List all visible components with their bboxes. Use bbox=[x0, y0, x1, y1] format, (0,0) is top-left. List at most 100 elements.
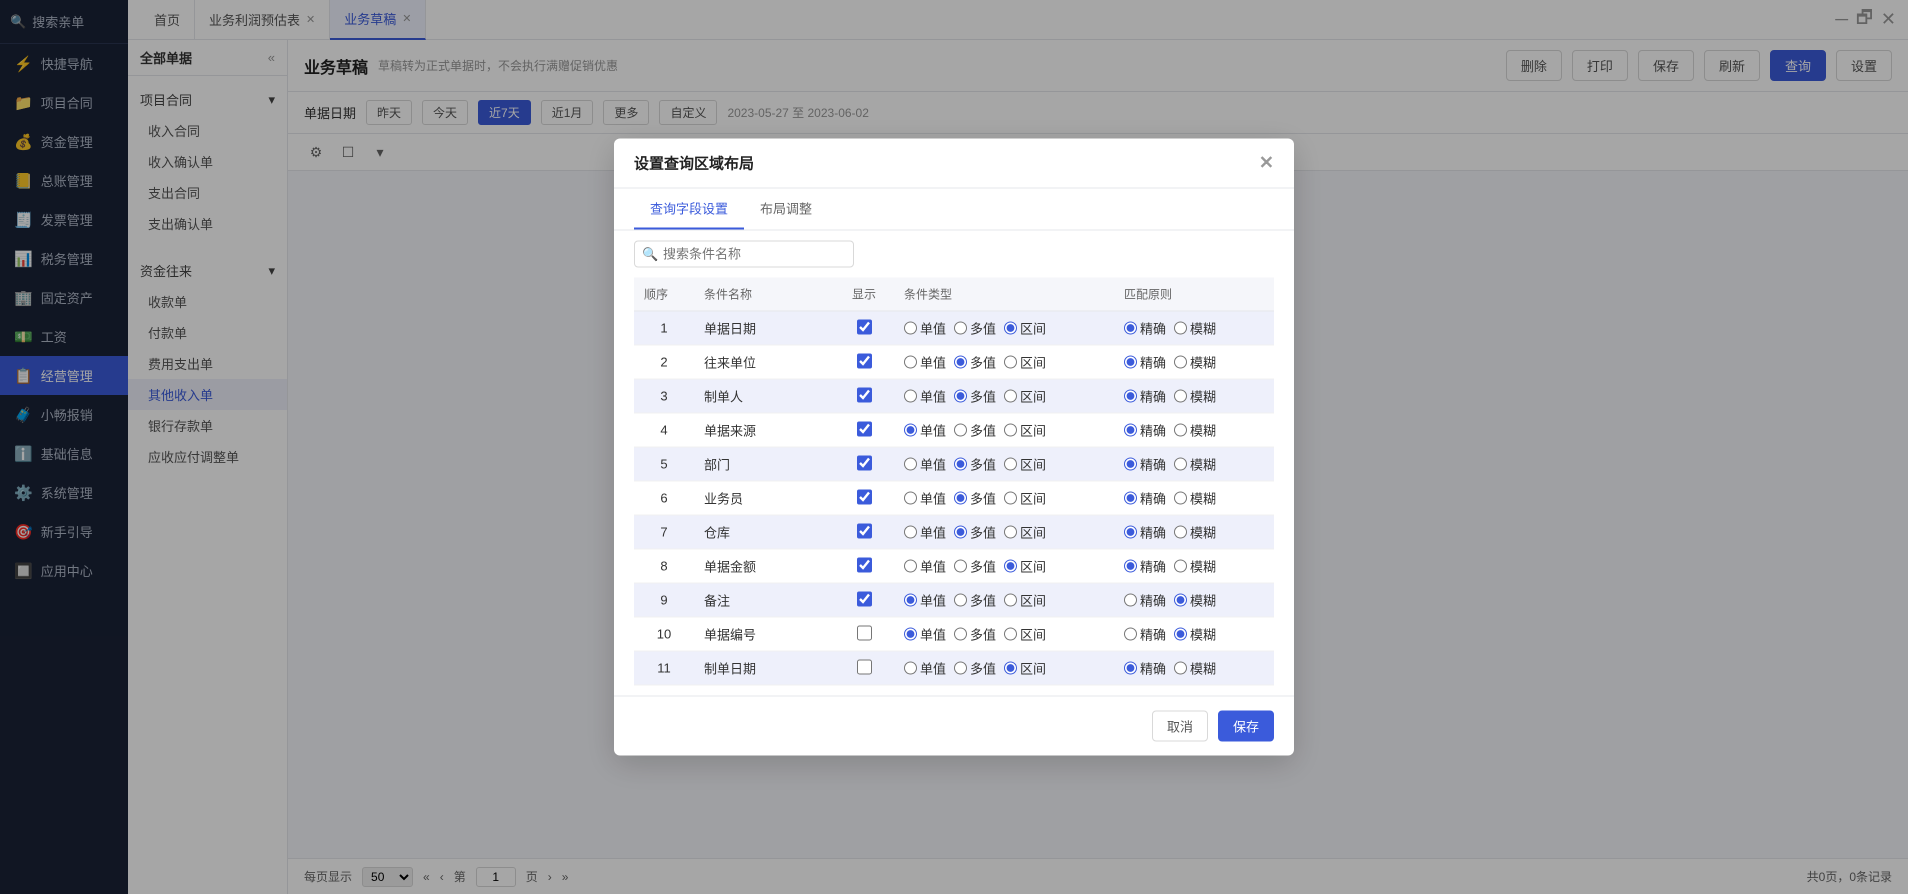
match-label-fuzzy[interactable]: 模糊 bbox=[1174, 353, 1216, 372]
type-label-single[interactable]: 单值 bbox=[904, 455, 946, 474]
match-radio-fuzzy[interactable] bbox=[1174, 458, 1187, 471]
type-label-multi[interactable]: 多值 bbox=[954, 557, 996, 576]
type-radio-range[interactable] bbox=[1004, 492, 1017, 505]
type-radio-range[interactable] bbox=[1004, 594, 1017, 607]
type-label-single[interactable]: 单值 bbox=[904, 523, 946, 542]
type-radio-range[interactable] bbox=[1004, 458, 1017, 471]
match-radio-fuzzy[interactable] bbox=[1174, 594, 1187, 607]
dialog-tab-fields[interactable]: 查询字段设置 bbox=[634, 189, 744, 230]
dialog-close-button[interactable]: ✕ bbox=[1259, 153, 1274, 174]
match-label-fuzzy[interactable]: 模糊 bbox=[1174, 591, 1216, 610]
type-label-single[interactable]: 单值 bbox=[904, 387, 946, 406]
match-label-exact[interactable]: 精确 bbox=[1124, 591, 1166, 610]
show-checkbox[interactable] bbox=[857, 353, 872, 368]
cell-show[interactable] bbox=[834, 651, 894, 685]
match-radio-fuzzy[interactable] bbox=[1174, 662, 1187, 675]
match-label-exact[interactable]: 精确 bbox=[1124, 319, 1166, 338]
match-radio-fuzzy[interactable] bbox=[1174, 628, 1187, 641]
type-label-multi[interactable]: 多值 bbox=[954, 455, 996, 474]
type-radio-range[interactable] bbox=[1004, 628, 1017, 641]
type-radio-single[interactable] bbox=[904, 424, 917, 437]
match-label-fuzzy[interactable]: 模糊 bbox=[1174, 557, 1216, 576]
type-label-range[interactable]: 区间 bbox=[1004, 659, 1046, 678]
match-label-exact[interactable]: 精确 bbox=[1124, 455, 1166, 474]
type-radio-range[interactable] bbox=[1004, 390, 1017, 403]
type-label-single[interactable]: 单值 bbox=[904, 353, 946, 372]
type-label-range[interactable]: 区间 bbox=[1004, 353, 1046, 372]
match-radio-fuzzy[interactable] bbox=[1174, 560, 1187, 573]
match-radio-exact[interactable] bbox=[1124, 424, 1137, 437]
type-radio-range[interactable] bbox=[1004, 662, 1017, 675]
type-label-range[interactable]: 区间 bbox=[1004, 455, 1046, 474]
type-radio-multi[interactable] bbox=[954, 424, 967, 437]
type-label-range[interactable]: 区间 bbox=[1004, 523, 1046, 542]
match-radio-fuzzy[interactable] bbox=[1174, 424, 1187, 437]
match-radio-fuzzy[interactable] bbox=[1174, 390, 1187, 403]
match-label-fuzzy[interactable]: 模糊 bbox=[1174, 421, 1216, 440]
type-label-single[interactable]: 单值 bbox=[904, 421, 946, 440]
dialog-tab-layout[interactable]: 布局调整 bbox=[744, 189, 828, 230]
type-radio-multi[interactable] bbox=[954, 390, 967, 403]
show-checkbox[interactable] bbox=[857, 319, 872, 334]
match-radio-exact[interactable] bbox=[1124, 594, 1137, 607]
type-label-multi[interactable]: 多值 bbox=[954, 319, 996, 338]
match-radio-exact[interactable] bbox=[1124, 662, 1137, 675]
match-label-fuzzy[interactable]: 模糊 bbox=[1174, 387, 1216, 406]
type-radio-multi[interactable] bbox=[954, 560, 967, 573]
type-label-range[interactable]: 区间 bbox=[1004, 557, 1046, 576]
type-radio-multi[interactable] bbox=[954, 492, 967, 505]
type-label-multi[interactable]: 多值 bbox=[954, 523, 996, 542]
type-radio-multi[interactable] bbox=[954, 322, 967, 335]
type-label-single[interactable]: 单值 bbox=[904, 489, 946, 508]
type-radio-single[interactable] bbox=[904, 492, 917, 505]
match-label-fuzzy[interactable]: 模糊 bbox=[1174, 523, 1216, 542]
type-radio-single[interactable] bbox=[904, 356, 917, 369]
type-label-range[interactable]: 区间 bbox=[1004, 319, 1046, 338]
match-label-fuzzy[interactable]: 模糊 bbox=[1174, 659, 1216, 678]
type-radio-single[interactable] bbox=[904, 560, 917, 573]
type-radio-range[interactable] bbox=[1004, 560, 1017, 573]
cell-show[interactable] bbox=[834, 379, 894, 413]
match-radio-fuzzy[interactable] bbox=[1174, 322, 1187, 335]
match-radio-exact[interactable] bbox=[1124, 628, 1137, 641]
dialog-cancel-button[interactable]: 取消 bbox=[1152, 711, 1208, 742]
type-radio-single[interactable] bbox=[904, 390, 917, 403]
match-radio-fuzzy[interactable] bbox=[1174, 526, 1187, 539]
type-label-multi[interactable]: 多值 bbox=[954, 387, 996, 406]
type-label-range[interactable]: 区间 bbox=[1004, 387, 1046, 406]
type-radio-single[interactable] bbox=[904, 628, 917, 641]
type-radio-single[interactable] bbox=[904, 322, 917, 335]
show-checkbox[interactable] bbox=[857, 625, 872, 640]
type-radio-multi[interactable] bbox=[954, 356, 967, 369]
match-label-fuzzy[interactable]: 模糊 bbox=[1174, 455, 1216, 474]
cell-show[interactable] bbox=[834, 515, 894, 549]
match-label-exact[interactable]: 精确 bbox=[1124, 659, 1166, 678]
type-radio-range[interactable] bbox=[1004, 526, 1017, 539]
type-radio-single[interactable] bbox=[904, 662, 917, 675]
match-label-fuzzy[interactable]: 模糊 bbox=[1174, 489, 1216, 508]
match-label-exact[interactable]: 精确 bbox=[1124, 489, 1166, 508]
match-radio-exact[interactable] bbox=[1124, 322, 1137, 335]
type-radio-single[interactable] bbox=[904, 458, 917, 471]
type-radio-multi[interactable] bbox=[954, 662, 967, 675]
match-radio-exact[interactable] bbox=[1124, 526, 1137, 539]
show-checkbox[interactable] bbox=[857, 523, 872, 538]
type-label-range[interactable]: 区间 bbox=[1004, 489, 1046, 508]
match-radio-fuzzy[interactable] bbox=[1174, 356, 1187, 369]
type-label-multi[interactable]: 多值 bbox=[954, 591, 996, 610]
type-radio-range[interactable] bbox=[1004, 356, 1017, 369]
cell-show[interactable] bbox=[834, 447, 894, 481]
cell-show[interactable] bbox=[834, 549, 894, 583]
type-label-single[interactable]: 单值 bbox=[904, 625, 946, 644]
show-checkbox[interactable] bbox=[857, 659, 872, 674]
show-checkbox[interactable] bbox=[857, 455, 872, 470]
type-label-multi[interactable]: 多值 bbox=[954, 421, 996, 440]
dialog-search-input[interactable] bbox=[634, 241, 854, 268]
match-radio-exact[interactable] bbox=[1124, 492, 1137, 505]
match-radio-exact[interactable] bbox=[1124, 356, 1137, 369]
type-label-single[interactable]: 单值 bbox=[904, 319, 946, 338]
show-checkbox[interactable] bbox=[857, 557, 872, 572]
show-checkbox[interactable] bbox=[857, 489, 872, 504]
match-radio-exact[interactable] bbox=[1124, 560, 1137, 573]
type-radio-range[interactable] bbox=[1004, 424, 1017, 437]
